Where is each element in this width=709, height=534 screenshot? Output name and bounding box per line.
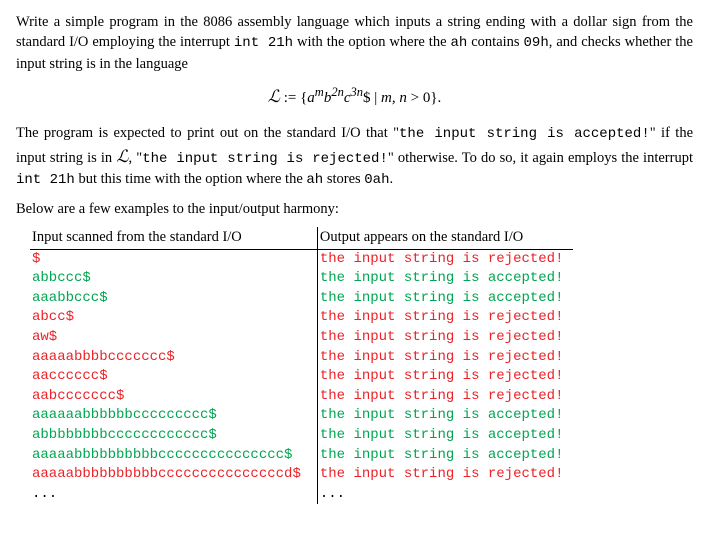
cell-input: aaaaabbbbccccccc$ — [30, 348, 317, 368]
cell-output: the input string is rejected! — [317, 328, 573, 348]
text: but this time with the option where the — [75, 171, 307, 187]
table-row: aw$the input string is rejected! — [30, 328, 573, 348]
cell-input: aaaaabbbbbbbbbbccccccccccccccc$ — [30, 446, 317, 466]
table-row-ellipsis: ...... — [30, 485, 573, 505]
table-row: aaaaabbbbbbbbbbccccccccccccccc$the input… — [30, 446, 573, 466]
language-formula: ℒ := {amb2nc3n$ | m, n > 0}. — [16, 84, 693, 109]
cell-input: ... — [30, 485, 317, 505]
cell-input: abcc$ — [30, 308, 317, 328]
cell-output: the input string is accepted! — [317, 289, 573, 309]
table-row: aaaaabbbbbbbbbbcccccccccccccccd$the inpu… — [30, 465, 573, 485]
table-row: aacccccc$the input string is rejected! — [30, 367, 573, 387]
table-row: aaaaaabbbbbbccccccccc$the input string i… — [30, 406, 573, 426]
code-ah: ah — [306, 172, 323, 188]
table-row: abbccc$the input string is accepted! — [30, 269, 573, 289]
paragraph-1: Write a simple program in the 8086 assem… — [16, 12, 693, 74]
cell-input: aaabbccc$ — [30, 289, 317, 309]
code-rejected: the input string is rejected! — [142, 151, 388, 167]
cell-output: the input string is rejected! — [317, 387, 573, 407]
cell-input: aabccccccc$ — [30, 387, 317, 407]
cell-output: the input string is rejected! — [317, 249, 573, 269]
text: contains — [467, 34, 523, 50]
text: with the option where the — [293, 34, 450, 50]
text: " otherwise. To do so, it again employs … — [388, 150, 693, 166]
table-row: aaabbccc$the input string is accepted! — [30, 289, 573, 309]
table-row: abbbbbbbbcccccccccccc$the input string i… — [30, 426, 573, 446]
cell-input: aaaaaabbbbbbccccccccc$ — [30, 406, 317, 426]
cell-input: abbbbbbbbcccccccccccc$ — [30, 426, 317, 446]
text: stores — [323, 171, 364, 187]
cell-output: the input string is accepted! — [317, 406, 573, 426]
table-row: $the input string is rejected! — [30, 249, 573, 269]
header-input: Input scanned from the standard I/O — [30, 227, 317, 249]
cell-output: the input string is rejected! — [317, 308, 573, 328]
code-0ah: 0ah — [364, 172, 389, 188]
cell-output: ... — [317, 485, 573, 505]
cell-output: the input string is rejected! — [317, 465, 573, 485]
paragraph-2: The program is expected to print out on … — [16, 123, 693, 191]
cell-input: aacccccc$ — [30, 367, 317, 387]
code-accepted: the input string is accepted! — [399, 126, 650, 142]
cell-output: the input string is rejected! — [317, 348, 573, 368]
code-ah: ah — [450, 35, 467, 51]
cell-input: abbccc$ — [30, 269, 317, 289]
cell-output: the input string is rejected! — [317, 367, 573, 387]
header-output: Output appears on the standard I/O — [317, 227, 573, 249]
code-09h: 09h — [524, 35, 549, 51]
text: The program is expected to print out on … — [16, 125, 399, 141]
text: , " — [129, 150, 143, 166]
language-symbol: ℒ — [116, 147, 128, 166]
paragraph-3: Below are a few examples to the input/ou… — [16, 199, 693, 219]
table-row: abcc$the input string is rejected! — [30, 308, 573, 328]
cell-output: the input string is accepted! — [317, 426, 573, 446]
table-row: aaaaabbbbccccccc$the input string is rej… — [30, 348, 573, 368]
text: . — [390, 171, 394, 187]
table-row: aabccccccc$the input string is rejected! — [30, 387, 573, 407]
table-header-row: Input scanned from the standard I/O Outp… — [30, 227, 573, 249]
examples-table: Input scanned from the standard I/O Outp… — [30, 227, 573, 504]
cell-input: $ — [30, 249, 317, 269]
cell-input: aw$ — [30, 328, 317, 348]
cell-input: aaaaabbbbbbbbbbcccccccccccccccd$ — [30, 465, 317, 485]
cell-output: the input string is accepted! — [317, 269, 573, 289]
code-int21h: int 21h — [16, 172, 75, 188]
cell-output: the input string is accepted! — [317, 446, 573, 466]
code-int21h: int 21h — [234, 35, 293, 51]
